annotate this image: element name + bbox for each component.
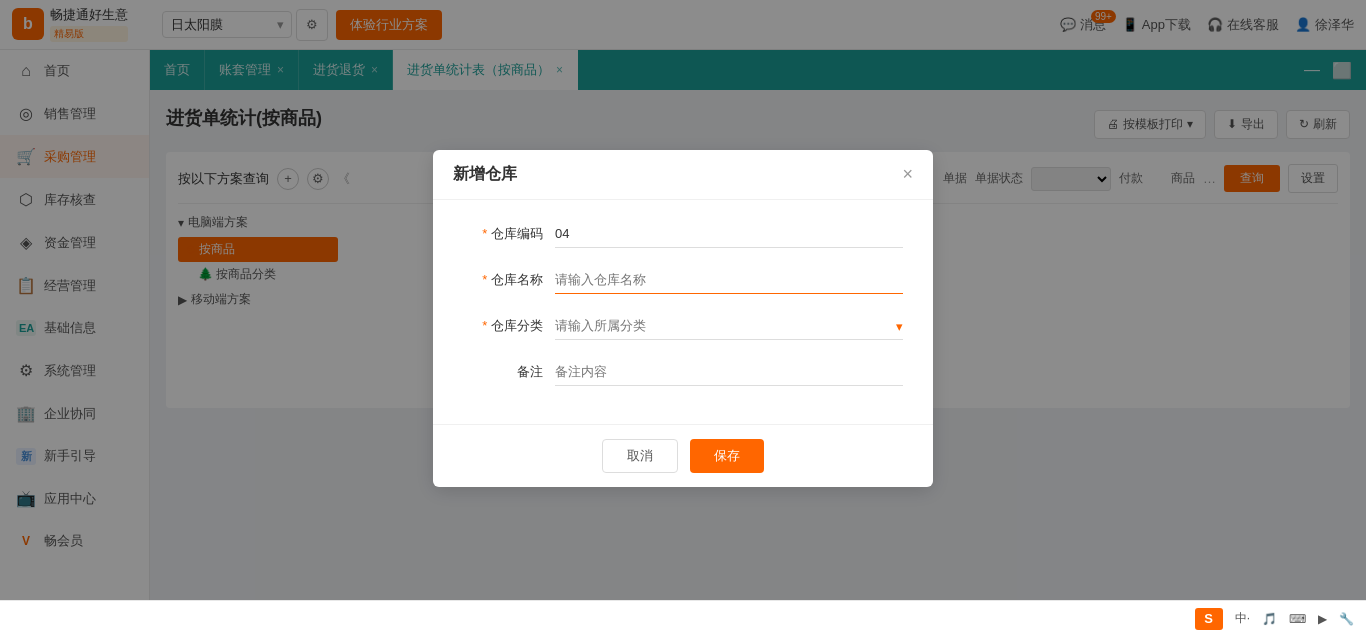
- remark-input[interactable]: [555, 358, 903, 386]
- modal-header: 新增仓库 ×: [433, 150, 933, 200]
- s-logo: S: [1195, 608, 1223, 630]
- form-row-remark: 备注: [463, 358, 903, 386]
- settings-icon: 🔧: [1339, 612, 1354, 626]
- cancel-button[interactable]: 取消: [602, 439, 678, 473]
- modal-footer: 取消 保存: [433, 424, 933, 487]
- new-warehouse-modal: 新增仓库 × 仓库编码 仓库名称 仓库分类 ▾: [433, 150, 933, 487]
- status-play[interactable]: ▶: [1318, 612, 1327, 626]
- status-audio[interactable]: 🎵: [1262, 612, 1277, 626]
- status-keyboard[interactable]: ⌨: [1289, 612, 1306, 626]
- play-icon: ▶: [1318, 612, 1327, 626]
- modal-title: 新增仓库: [453, 164, 517, 185]
- chinese-input-icon: 中·: [1235, 610, 1250, 627]
- status-settings[interactable]: 🔧: [1339, 612, 1354, 626]
- name-label: 仓库名称: [463, 271, 543, 289]
- modal-body: 仓库编码 仓库名称 仓库分类 ▾ 备注: [433, 200, 933, 424]
- category-select-wrap: ▾: [555, 312, 903, 340]
- code-input[interactable]: [555, 220, 903, 248]
- form-row-code: 仓库编码: [463, 220, 903, 248]
- save-button[interactable]: 保存: [690, 439, 764, 473]
- status-chinese[interactable]: 中·: [1235, 610, 1250, 627]
- status-bar: S 中· 🎵 ⌨ ▶ 🔧: [0, 600, 1366, 636]
- modal-overlay[interactable]: 新增仓库 × 仓库编码 仓库名称 仓库分类 ▾: [0, 0, 1366, 636]
- remark-label: 备注: [463, 363, 543, 381]
- code-label: 仓库编码: [463, 225, 543, 243]
- category-input[interactable]: [555, 312, 903, 340]
- keyboard-icon: ⌨: [1289, 612, 1306, 626]
- category-label: 仓库分类: [463, 317, 543, 335]
- audio-icon: 🎵: [1262, 612, 1277, 626]
- name-input[interactable]: [555, 266, 903, 294]
- form-row-category: 仓库分类 ▾: [463, 312, 903, 340]
- modal-close-btn[interactable]: ×: [902, 164, 913, 185]
- form-row-name: 仓库名称: [463, 266, 903, 294]
